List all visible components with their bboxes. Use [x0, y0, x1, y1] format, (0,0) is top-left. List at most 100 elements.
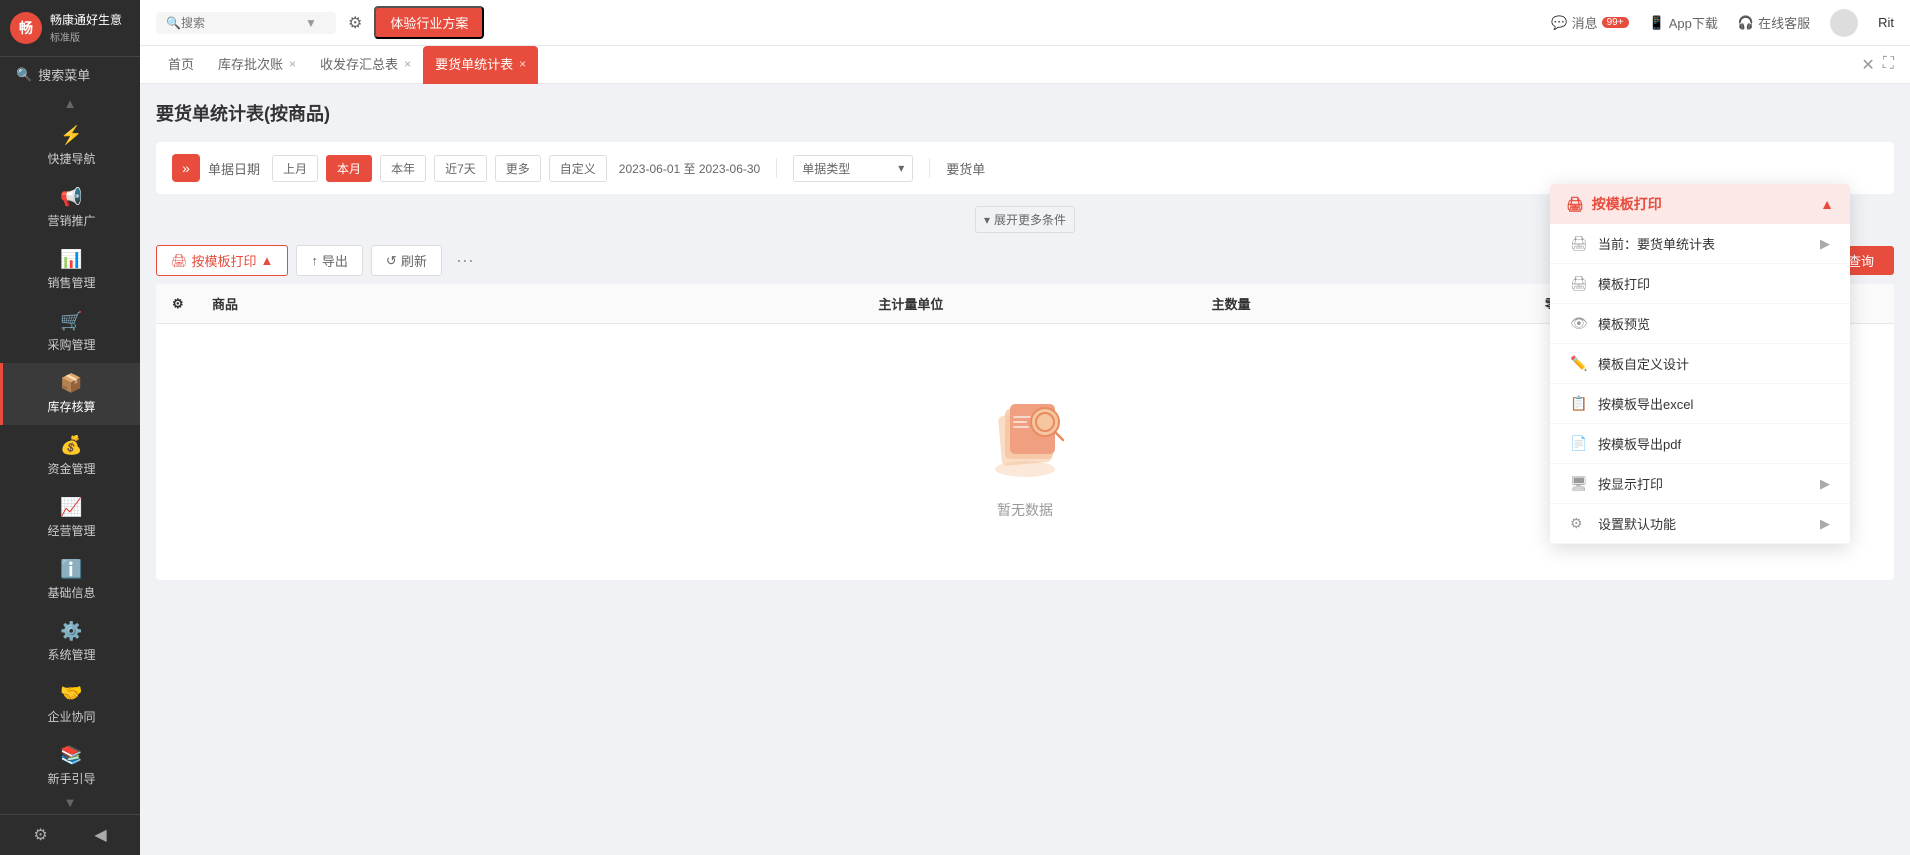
set-default-arrow: ▶: [1820, 516, 1830, 532]
tab-order-stats-label: 要货单统计表: [435, 54, 513, 73]
sidebar-item-guide[interactable]: 📚 新手引导: [0, 735, 140, 791]
dropdown-item-set-default[interactable]: ⚙ 设置默认功能 ▶: [1550, 504, 1850, 544]
sidebar-item-quick-nav[interactable]: ⚡ 快捷导航: [0, 115, 140, 177]
expand-more-icon: ▾: [984, 213, 990, 227]
refresh-btn[interactable]: ↺ 刷新: [371, 245, 442, 276]
table-col-check[interactable]: ⚙: [172, 296, 212, 312]
tab-inventory-batch[interactable]: 库存批次账 ×: [206, 46, 308, 84]
filter-expand-btn[interactable]: »: [172, 154, 200, 182]
topbar-settings-icon[interactable]: ⚙: [348, 13, 362, 33]
date-btn-custom[interactable]: 自定义: [549, 155, 607, 182]
app-badge: 标准版: [50, 29, 122, 44]
display-print-arrow: ▶: [1820, 476, 1830, 492]
sidebar-item-marketing[interactable]: 📢 营销推广: [0, 177, 140, 239]
system-label: 系统管理: [47, 646, 95, 663]
sidebar-item-system[interactable]: ⚙️ 系统管理: [0, 611, 140, 673]
sidebar-scroll-down[interactable]: ▼: [0, 791, 140, 814]
topbar: 🔍 ▼ ⚙ 体验行业方案 💬 消息 99+ 📱 App下载 🎧 在线客服 Rit: [140, 0, 1910, 46]
display-print-icon: 🖥: [1570, 475, 1588, 492]
more-actions-btn[interactable]: ···: [450, 250, 480, 271]
dropdown-item-display-print[interactable]: 🖥 按显示打印 ▶: [1550, 464, 1850, 504]
dropdown-item-print[interactable]: 🖨 模板打印: [1550, 264, 1850, 304]
sidebar-item-purchase[interactable]: 🛒 采购管理: [0, 301, 140, 363]
type-filter-select[interactable]: 单据类型 ▾: [793, 155, 913, 182]
dropdown-item-custom-design[interactable]: ✏️ 模板自定义设计: [1550, 344, 1850, 384]
export-pdf-label: 按模板导出pdf: [1598, 434, 1681, 453]
main-area: 🔍 ▼ ⚙ 体验行业方案 💬 消息 99+ 📱 App下载 🎧 在线客服 Rit: [140, 0, 1910, 855]
inventory-label: 库存核算: [47, 398, 95, 415]
sidebar-item-operations[interactable]: 📈 经营管理: [0, 487, 140, 549]
expand-more-label: 展开更多条件: [994, 211, 1066, 228]
window-close-btn[interactable]: ✕: [1861, 55, 1874, 75]
template-current-icon: 🖨: [1570, 235, 1588, 252]
topbar-search-box[interactable]: 🔍 ▼: [156, 12, 336, 34]
tab-stock-summary-label: 收发存汇总表: [320, 54, 398, 73]
tab-inventory-batch-close[interactable]: ×: [289, 57, 296, 71]
print-chevron-icon: ▲: [261, 253, 274, 268]
info-icon: ℹ️: [60, 559, 82, 580]
system-icon: ⚙️: [60, 621, 82, 642]
custom-design-label: 模板自定义设计: [1598, 354, 1689, 373]
purchase-icon: 🛒: [60, 311, 82, 332]
sidebar-collapse-btn[interactable]: ◀: [94, 825, 106, 845]
finance-label: 资金管理: [47, 460, 95, 477]
info-label: 基础信息: [47, 584, 95, 601]
dropdown-item-preview[interactable]: 👁 模板预览: [1550, 304, 1850, 344]
tab-order-stats-close[interactable]: ×: [519, 57, 526, 71]
empty-text: 暂无数据: [997, 500, 1053, 520]
sidebar-search-menu[interactable]: 🔍 搜索菜单: [0, 57, 140, 92]
sidebar-item-info[interactable]: ℹ️ 基础信息: [0, 549, 140, 611]
topbar-search-input[interactable]: [181, 16, 301, 30]
marketing-icon: 📢: [60, 187, 82, 208]
sidebar-item-inventory[interactable]: 📦 库存核算: [0, 363, 140, 425]
sidebar-item-collaboration[interactable]: 🤝 企业协同: [0, 673, 140, 735]
date-btn-this-year[interactable]: 本年: [380, 155, 426, 182]
finance-icon: 💰: [60, 435, 82, 456]
sidebar-item-sales[interactable]: 📊 销售管理: [0, 239, 140, 301]
trial-btn[interactable]: 体验行业方案: [374, 6, 484, 39]
set-default-icon: ⚙: [1570, 515, 1588, 532]
dropdown-header-left: 🖨 按模板打印: [1566, 194, 1662, 214]
date-btn-7days[interactable]: 近7天: [434, 155, 487, 182]
operations-icon: 📈: [60, 497, 82, 518]
dropdown-print-icon: 🖨: [1566, 196, 1584, 213]
date-range-display: 2023-06-01 至 2023-06-30: [619, 160, 760, 177]
app-download-btn[interactable]: 📱 App下载: [1649, 13, 1718, 32]
dropdown-item-export-excel[interactable]: 📋 按模板导出excel: [1550, 384, 1850, 424]
messages-label: 消息: [1572, 13, 1598, 32]
tab-stock-summary-close[interactable]: ×: [404, 57, 411, 71]
sidebar-settings-btn[interactable]: ⚙: [33, 825, 47, 845]
dropdown-current-template[interactable]: 🖨 当前：要货单统计表 ▶: [1550, 224, 1850, 264]
export-pdf-icon: 📄: [1570, 435, 1588, 452]
dropdown-item-export-pdf[interactable]: 📄 按模板导出pdf: [1550, 424, 1850, 464]
table-col-qty-header: 主数量: [1212, 294, 1545, 313]
expand-more-btn[interactable]: ▾ 展开更多条件: [975, 206, 1075, 233]
online-service-label: 在线客服: [1758, 13, 1810, 32]
tab-home[interactable]: 首页: [156, 46, 206, 84]
custom-design-icon: ✏️: [1570, 355, 1588, 372]
export-btn[interactable]: ↑ 导出: [296, 245, 363, 276]
user-avatar[interactable]: [1830, 9, 1858, 37]
quick-nav-label: 快捷导航: [47, 150, 95, 167]
topbar-search-chevron[interactable]: ▼: [305, 16, 317, 30]
date-btn-this-month[interactable]: 本月: [326, 155, 372, 182]
date-btn-last-month[interactable]: 上月: [272, 155, 318, 182]
dropdown-current-label: 当前：要货单统计表: [1598, 234, 1715, 253]
phone-icon: 📱: [1649, 15, 1665, 31]
window-expand-btn[interactable]: ⛶: [1883, 55, 1894, 75]
quick-nav-icon: ⚡: [60, 125, 82, 146]
current-template-arrow: ▶: [1820, 236, 1830, 252]
message-icon: 💬: [1551, 15, 1567, 31]
sidebar-item-finance[interactable]: 💰 资金管理: [0, 425, 140, 487]
date-btn-more[interactable]: 更多: [495, 155, 541, 182]
dropdown-close-arrow[interactable]: ▲: [1820, 196, 1834, 212]
online-service-btn[interactable]: 🎧 在线客服: [1738, 13, 1810, 32]
type-filter-label: 单据类型: [802, 160, 850, 177]
settings-col-icon[interactable]: ⚙: [172, 296, 184, 311]
sidebar-scroll-up[interactable]: ▲: [0, 92, 140, 115]
tab-stock-summary[interactable]: 收发存汇总表 ×: [308, 46, 423, 84]
messages-btn[interactable]: 💬 消息 99+: [1551, 13, 1628, 32]
preview-item-icon: 👁: [1570, 315, 1588, 332]
tab-order-stats[interactable]: 要货单统计表 ×: [423, 46, 538, 84]
print-btn[interactable]: 🖨 按模板打印 ▲: [156, 245, 288, 276]
